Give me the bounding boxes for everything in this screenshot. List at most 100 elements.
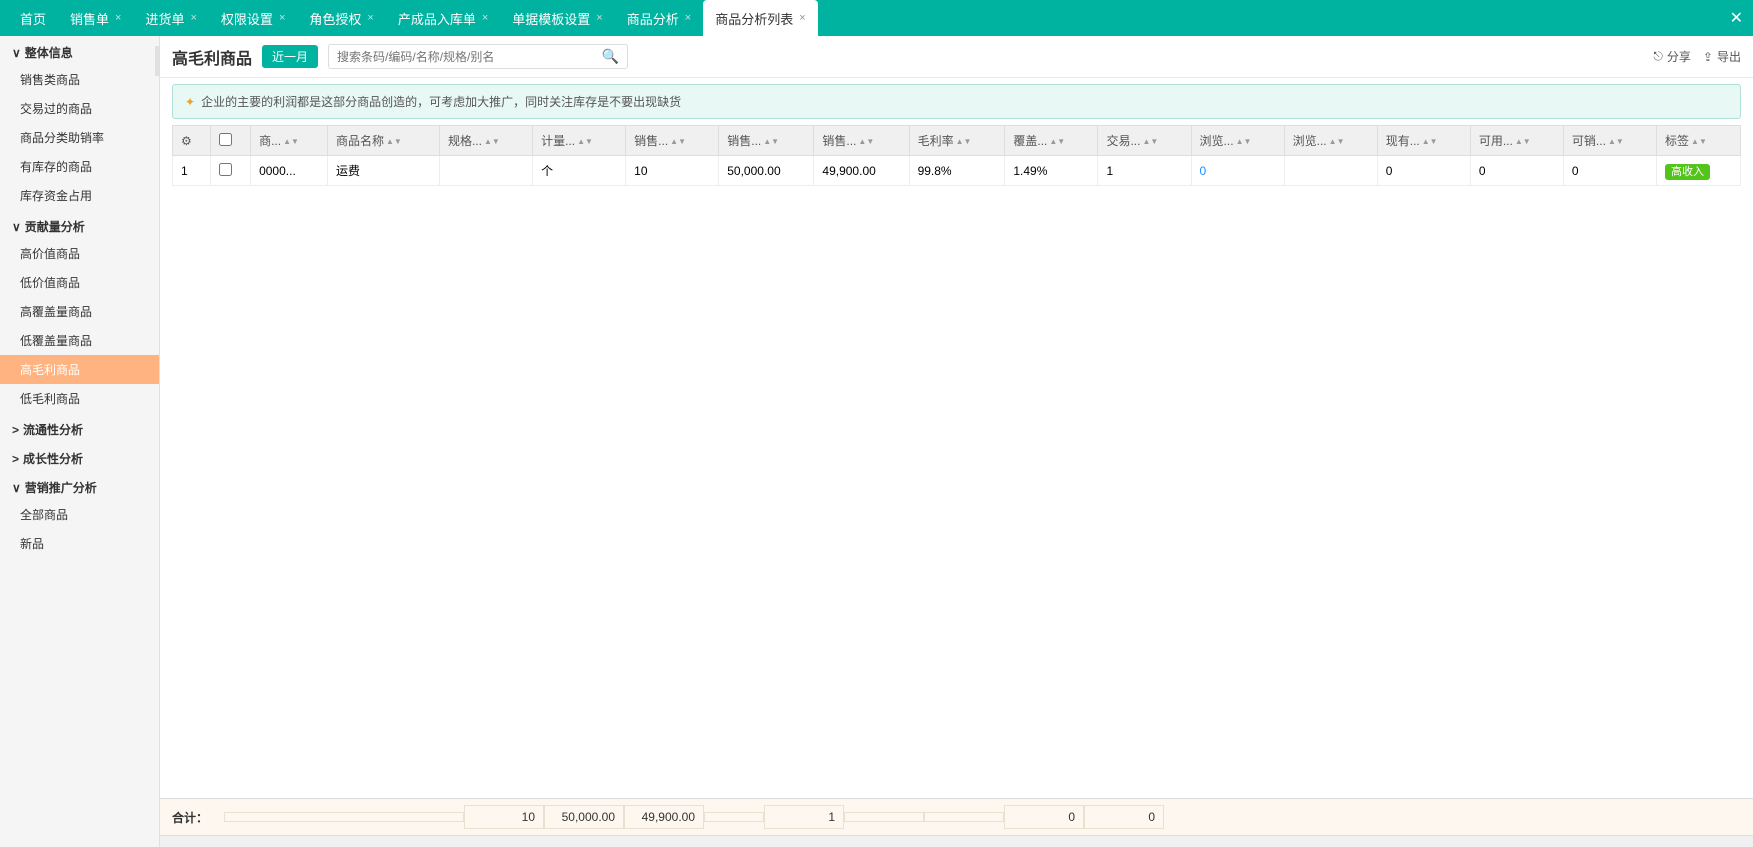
sort-icon-salesCount[interactable]: ▲▼ — [670, 137, 686, 146]
cell-available-0: 0 — [1470, 156, 1563, 186]
sidebar-item-0-2[interactable]: 商品分类助销率 — [0, 123, 159, 152]
sidebar-group-4[interactable]: ∨营销推广分析 — [0, 471, 159, 500]
sidebar-item-1-2[interactable]: 高覆盖量商品 — [0, 297, 159, 326]
col-header-saleable[interactable]: 可销...▲▼ — [1563, 126, 1656, 156]
nav-tab-0[interactable]: 首页 — [8, 0, 58, 36]
group-arrow-icon-2: > — [12, 423, 19, 437]
export-button[interactable]: ⇪ 导出 — [1703, 48, 1741, 65]
table-container: ⚙商...▲▼商品名称▲▼规格...▲▼计量...▲▼销售...▲▼销售...▲… — [160, 125, 1753, 798]
col-header-spec[interactable]: 规格...▲▼ — [439, 126, 532, 156]
nav-tab-2[interactable]: 进货单× — [133, 0, 208, 36]
nav-tab-1[interactable]: 销售单× — [58, 0, 133, 36]
sidebar-item-1-3[interactable]: 低覆盖量商品 — [0, 326, 159, 355]
row-checkbox-0[interactable] — [219, 163, 232, 176]
sidebar-group-0[interactable]: ∨整体信息 — [0, 36, 159, 65]
footer-sales-amount: 50,000.00 — [544, 805, 624, 829]
sidebar-item-1-0[interactable]: 高价值商品 — [0, 239, 159, 268]
tab-close-icon-1[interactable]: × — [115, 12, 121, 24]
nav-tab-5[interactable]: 产成品入库单× — [386, 0, 500, 36]
col-header-salesCount[interactable]: 销售...▲▼ — [626, 126, 719, 156]
close-window-icon[interactable]: ✕ — [1730, 8, 1743, 28]
sort-icon-transactions[interactable]: ▲▼ — [1142, 137, 1158, 146]
nav-tab-8[interactable]: 商品分析列表× — [703, 0, 817, 36]
search-icon[interactable]: 🔍 — [602, 48, 619, 65]
col-header-code[interactable]: 商...▲▼ — [251, 126, 328, 156]
cell-index-0: 1 — [173, 156, 211, 186]
nav-tab-7[interactable]: 商品分析× — [615, 0, 703, 36]
sidebar-group-2[interactable]: >流通性分析 — [0, 413, 159, 442]
sidebar-item-1-1[interactable]: 低价值商品 — [0, 268, 159, 297]
col-header-salesProfit[interactable]: 销售...▲▼ — [814, 126, 909, 156]
sidebar-item-1-5[interactable]: 低毛利商品 — [0, 384, 159, 413]
nav-tab-4[interactable]: 角色授权× — [297, 0, 385, 36]
settings-icon[interactable]: ⚙ — [181, 134, 192, 148]
sort-icon-unit[interactable]: ▲▼ — [577, 137, 593, 146]
footer-spacer1 — [224, 812, 464, 822]
col-header-coverage[interactable]: 覆盖...▲▼ — [1005, 126, 1098, 156]
col-header-checkbox[interactable] — [210, 126, 251, 156]
sort-icon-available[interactable]: ▲▼ — [1515, 137, 1531, 146]
sort-icon-coverage[interactable]: ▲▼ — [1049, 137, 1065, 146]
info-banner: ✦ 企业的主要的利润都是这部分商品创造的，可考虑加大推广，同时关注库存是不要出现… — [172, 84, 1741, 119]
tab-close-icon-2[interactable]: × — [190, 12, 196, 24]
sort-icon-current[interactable]: ▲▼ — [1422, 137, 1438, 146]
col-header-unit[interactable]: 计量...▲▼ — [533, 126, 626, 156]
tab-close-icon-6[interactable]: × — [596, 12, 602, 24]
footer-available: 0 — [1084, 805, 1164, 829]
footer-spacer2 — [704, 812, 764, 822]
sort-icon-salesAmount[interactable]: ▲▼ — [763, 137, 779, 146]
sort-icon-grossMargin[interactable]: ▲▼ — [956, 137, 972, 146]
sort-icon-salesProfit[interactable]: ▲▼ — [858, 137, 874, 146]
col-header-views2[interactable]: 浏览...▲▼ — [1284, 126, 1377, 156]
sidebar-group-3[interactable]: >成长性分析 — [0, 442, 159, 471]
sidebar-item-4-0[interactable]: 全部商品 — [0, 500, 159, 529]
search-input[interactable] — [337, 50, 602, 64]
footer-spacer4 — [924, 812, 1004, 822]
col-header-tag[interactable]: 标签▲▼ — [1657, 126, 1741, 156]
tab-close-icon-8[interactable]: × — [799, 12, 805, 24]
nav-tab-3[interactable]: 权限设置× — [209, 0, 297, 36]
sort-icon-views1[interactable]: ▲▼ — [1236, 137, 1252, 146]
sidebar-group-1[interactable]: ∨贡献量分析 — [0, 210, 159, 239]
col-header-current[interactable]: 现有...▲▼ — [1377, 126, 1470, 156]
col-header-salesAmount[interactable]: 销售...▲▼ — [719, 126, 814, 156]
col-header-transactions[interactable]: 交易...▲▼ — [1098, 126, 1191, 156]
info-text: 企业的主要的利润都是这部分商品创造的，可考虑加大推广，同时关注库存是不要出现缺货 — [201, 93, 681, 110]
tab-close-icon-4[interactable]: × — [367, 12, 373, 24]
cell-name-0: 运费 — [327, 156, 439, 186]
cell-salesProfit-0: 49,900.00 — [814, 156, 909, 186]
tab-close-icon-5[interactable]: × — [482, 12, 488, 24]
sidebar-item-0-3[interactable]: 有库存的商品 — [0, 152, 159, 181]
sort-icon-name[interactable]: ▲▼ — [386, 137, 402, 146]
col-header-grossMargin[interactable]: 毛利率▲▼ — [909, 126, 1005, 156]
sidebar-item-0-1[interactable]: 交易过的商品 — [0, 94, 159, 123]
sort-icon-code[interactable]: ▲▼ — [283, 137, 299, 146]
footer-spacer3 — [844, 812, 924, 822]
select-all-checkbox[interactable] — [219, 133, 232, 146]
col-header-available[interactable]: 可用...▲▼ — [1470, 126, 1563, 156]
sidebar-item-0-0[interactable]: 销售类商品 — [0, 65, 159, 94]
sidebar-item-1-4[interactable]: 高毛利商品 — [0, 355, 159, 384]
col-header-views1[interactable]: 浏览...▲▼ — [1191, 126, 1284, 156]
bottom-scrollbar[interactable] — [160, 835, 1753, 847]
tab-close-icon-3[interactable]: × — [279, 12, 285, 24]
footer-sales-count: 10 — [464, 805, 544, 829]
col-header-index[interactable]: ⚙ — [173, 126, 211, 156]
sort-icon-views2[interactable]: ▲▼ — [1329, 137, 1345, 146]
export-label: 导出 — [1717, 48, 1741, 65]
sort-icon-saleable[interactable]: ▲▼ — [1608, 137, 1624, 146]
views-link-0[interactable]: 0 — [1200, 164, 1207, 178]
group-label-0: 整体信息 — [25, 44, 73, 61]
sidebar-item-4-1[interactable]: 新品 — [0, 529, 159, 558]
time-filter-button[interactable]: 近一月 — [262, 45, 318, 68]
table-footer: 合计： 10 50,000.00 49,900.00 1 0 0 — [160, 798, 1753, 835]
share-button[interactable]: ⎋ 分享 — [1653, 48, 1691, 65]
sort-icon-spec[interactable]: ▲▼ — [484, 137, 500, 146]
col-header-name[interactable]: 商品名称▲▼ — [327, 126, 439, 156]
group-arrow-icon-3: > — [12, 452, 19, 466]
sidebar-toggle[interactable]: 《 — [155, 46, 160, 76]
sort-icon-tag[interactable]: ▲▼ — [1691, 137, 1707, 146]
tab-close-icon-7[interactable]: × — [685, 12, 691, 24]
nav-tab-6[interactable]: 单据模板设置× — [500, 0, 614, 36]
sidebar-item-0-4[interactable]: 库存资金占用 — [0, 181, 159, 210]
